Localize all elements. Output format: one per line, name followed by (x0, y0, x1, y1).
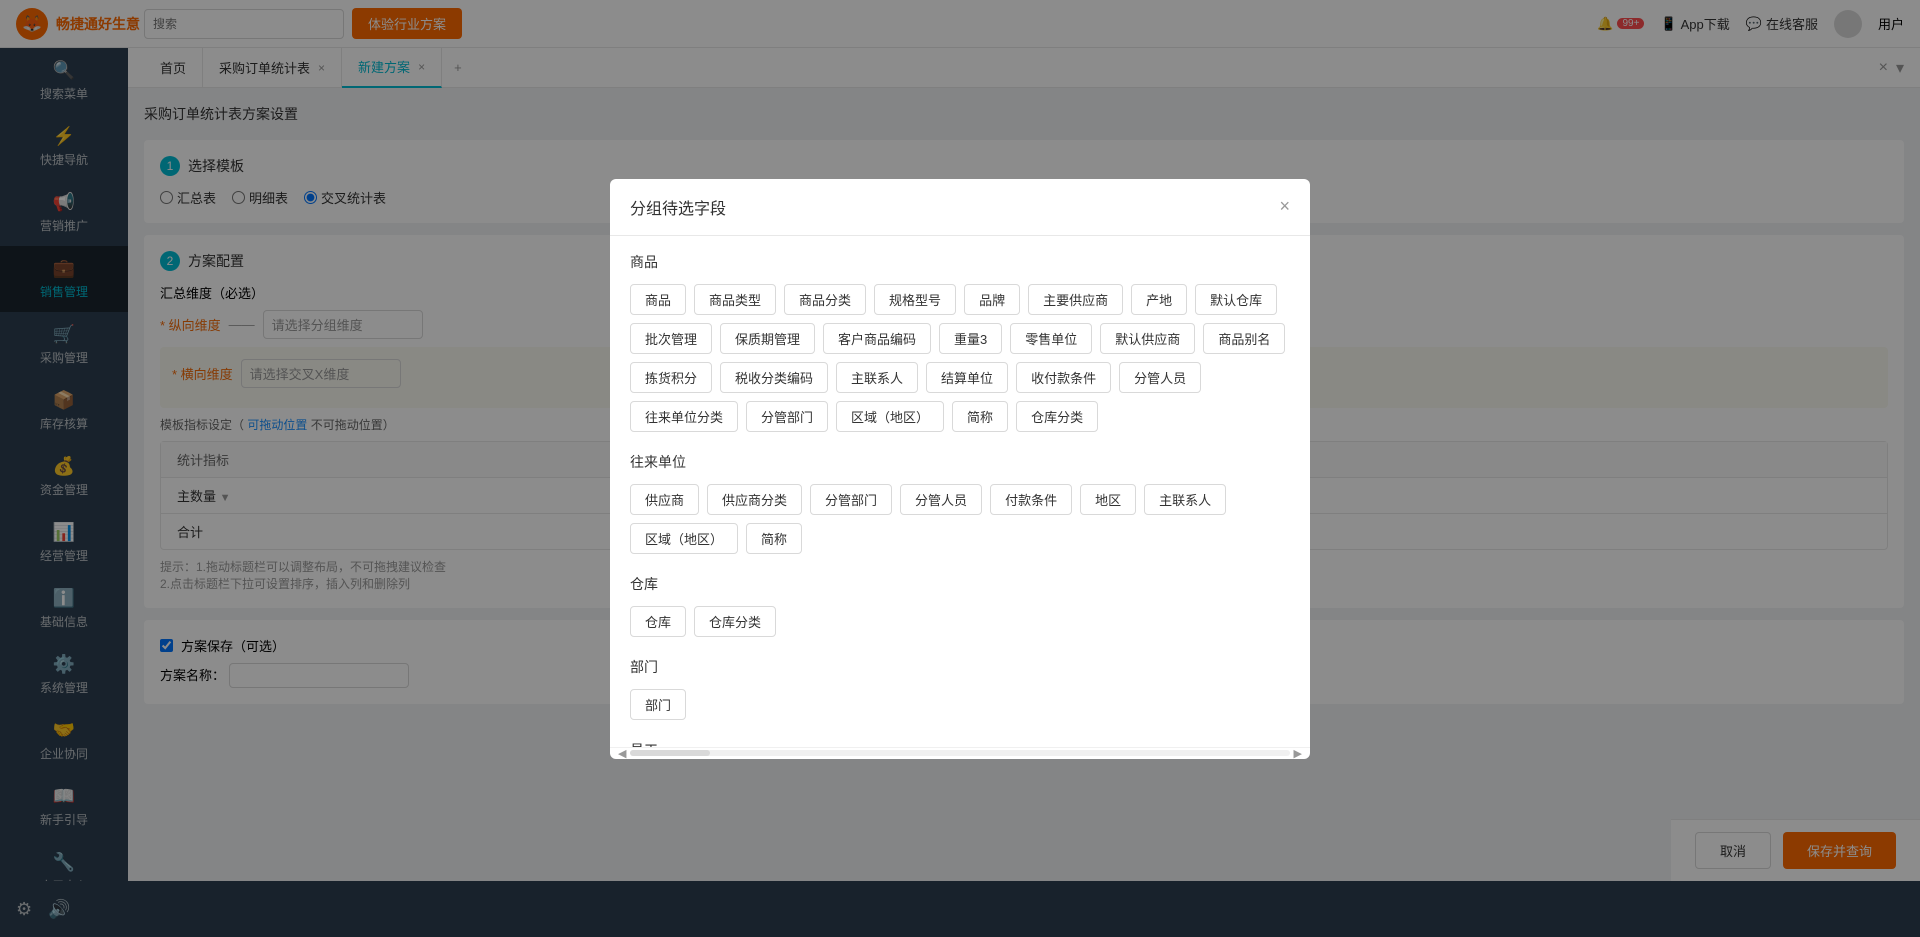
field-items-warehouse: 仓库 仓库分类 (630, 606, 1290, 637)
field-item[interactable]: 规格型号 (874, 284, 956, 315)
field-item[interactable]: 收付款条件 (1016, 362, 1111, 393)
field-item[interactable]: 结算单位 (926, 362, 1008, 393)
field-item[interactable]: 品牌 (964, 284, 1020, 315)
field-items-dept: 部门 (630, 689, 1290, 720)
field-items-product: 商品 商品类型 商品分类 规格型号 品牌 主要供应商 产地 默认仓库 批次管理 … (630, 284, 1290, 432)
field-item[interactable]: 分管人员 (900, 484, 982, 515)
field-item[interactable]: 往来单位分类 (630, 401, 738, 432)
field-item[interactable]: 商品类型 (694, 284, 776, 315)
field-item[interactable]: 分管部门 (810, 484, 892, 515)
modal-title: 分组待选字段 (630, 195, 726, 219)
modal-overlay: 分组待选字段 × 商品 商品 商品类型 商品分类 规格型号 品牌 主要供应商 产… (0, 0, 1920, 937)
field-item[interactable]: 地区 (1080, 484, 1136, 515)
field-item[interactable]: 供应商分类 (707, 484, 802, 515)
field-item[interactable]: 商品别名 (1203, 323, 1285, 354)
field-group-staff-title: 员工 (630, 740, 1290, 747)
modal-dialog: 分组待选字段 × 商品 商品 商品类型 商品分类 规格型号 品牌 主要供应商 产… (610, 179, 1310, 759)
field-item[interactable]: 拣货积分 (630, 362, 712, 393)
field-group-staff: 员工 业务员 (630, 740, 1290, 747)
field-item[interactable]: 客户商品编码 (823, 323, 931, 354)
field-item[interactable]: 分管人员 (1119, 362, 1201, 393)
field-item[interactable]: 仓库分类 (694, 606, 776, 637)
field-group-warehouse-title: 仓库 (630, 574, 1290, 594)
field-item[interactable]: 税收分类编码 (720, 362, 828, 393)
field-item[interactable]: 商品分类 (784, 284, 866, 315)
modal-hscroll[interactable]: ◀ ▶ (610, 747, 1310, 759)
field-group-product: 商品 商品 商品类型 商品分类 规格型号 品牌 主要供应商 产地 默认仓库 批次… (630, 252, 1290, 432)
field-item[interactable]: 零售单位 (1010, 323, 1092, 354)
field-item[interactable]: 仓库 (630, 606, 686, 637)
modal-header: 分组待选字段 × (610, 179, 1310, 236)
field-item[interactable]: 主联系人 (836, 362, 918, 393)
field-item[interactable]: 默认供应商 (1100, 323, 1195, 354)
field-group-warehouse: 仓库 仓库 仓库分类 (630, 574, 1290, 637)
field-group-partner-title: 往来单位 (630, 452, 1290, 472)
modal-body[interactable]: 商品 商品 商品类型 商品分类 规格型号 品牌 主要供应商 产地 默认仓库 批次… (610, 236, 1310, 747)
hscroll-track[interactable] (630, 750, 1289, 756)
field-item[interactable]: 分管部门 (746, 401, 828, 432)
field-group-dept-title: 部门 (630, 657, 1290, 677)
field-item[interactable]: 简称 (746, 523, 802, 554)
modal-close-btn[interactable]: × (1279, 196, 1290, 217)
field-item[interactable]: 商品 (630, 284, 686, 315)
field-item[interactable]: 供应商 (630, 484, 699, 515)
field-item[interactable]: 区域（地区） (630, 523, 738, 554)
field-item[interactable]: 保质期管理 (720, 323, 815, 354)
field-item[interactable]: 主联系人 (1144, 484, 1226, 515)
field-group-product-title: 商品 (630, 252, 1290, 272)
field-item[interactable]: 批次管理 (630, 323, 712, 354)
field-item[interactable]: 产地 (1131, 284, 1187, 315)
field-group-dept: 部门 部门 (630, 657, 1290, 720)
field-item[interactable]: 简称 (952, 401, 1008, 432)
field-group-partner: 往来单位 供应商 供应商分类 分管部门 分管人员 付款条件 地区 主联系人 区域… (630, 452, 1290, 554)
field-item[interactable]: 主要供应商 (1028, 284, 1123, 315)
field-item[interactable]: 区域（地区） (836, 401, 944, 432)
field-item[interactable]: 仓库分类 (1016, 401, 1098, 432)
field-item[interactable]: 部门 (630, 689, 686, 720)
field-item[interactable]: 重量3 (939, 323, 1002, 354)
field-item[interactable]: 默认仓库 (1195, 284, 1277, 315)
field-items-partner: 供应商 供应商分类 分管部门 分管人员 付款条件 地区 主联系人 区域（地区） … (630, 484, 1290, 554)
field-item[interactable]: 付款条件 (990, 484, 1072, 515)
hscroll-thumb[interactable] (630, 750, 710, 756)
